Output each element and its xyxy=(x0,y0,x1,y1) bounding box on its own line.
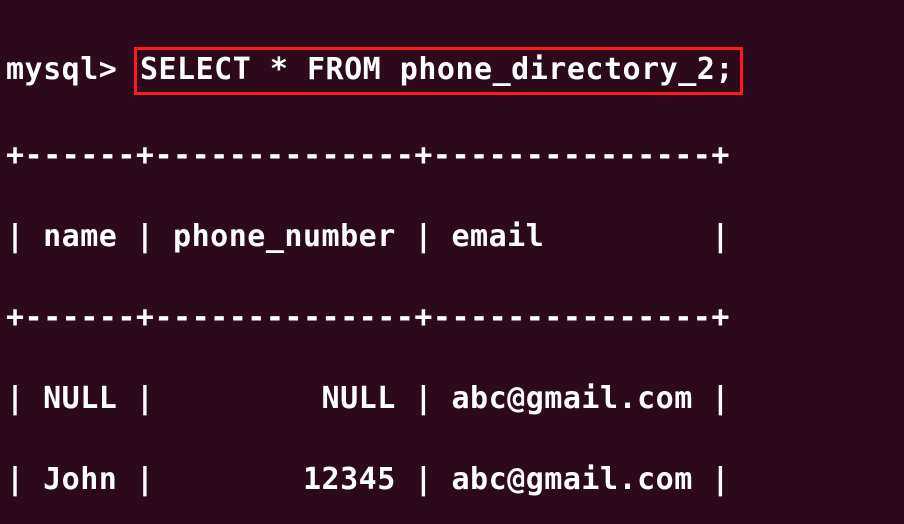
table-header: | name | phone_number | email | xyxy=(6,217,900,258)
table-divider-top: +------+--------------+---------------+ xyxy=(6,136,900,177)
query-line: mysql> SELECT * FROM phone_directory_2; xyxy=(6,47,900,96)
query-text: SELECT * FROM phone_directory_2; xyxy=(140,52,734,87)
table-row: | NULL | NULL | abc@gmail.com | xyxy=(6,379,900,420)
table-row: | John | 12345 | abc@gmail.com | xyxy=(6,460,900,501)
mysql-prompt: mysql> xyxy=(6,52,117,87)
table-divider-mid: +------+--------------+---------------+ xyxy=(6,298,900,339)
terminal[interactable]: mysql> SELECT * FROM phone_directory_2; … xyxy=(0,0,904,524)
query-highlight: SELECT * FROM phone_directory_2; xyxy=(134,47,743,96)
